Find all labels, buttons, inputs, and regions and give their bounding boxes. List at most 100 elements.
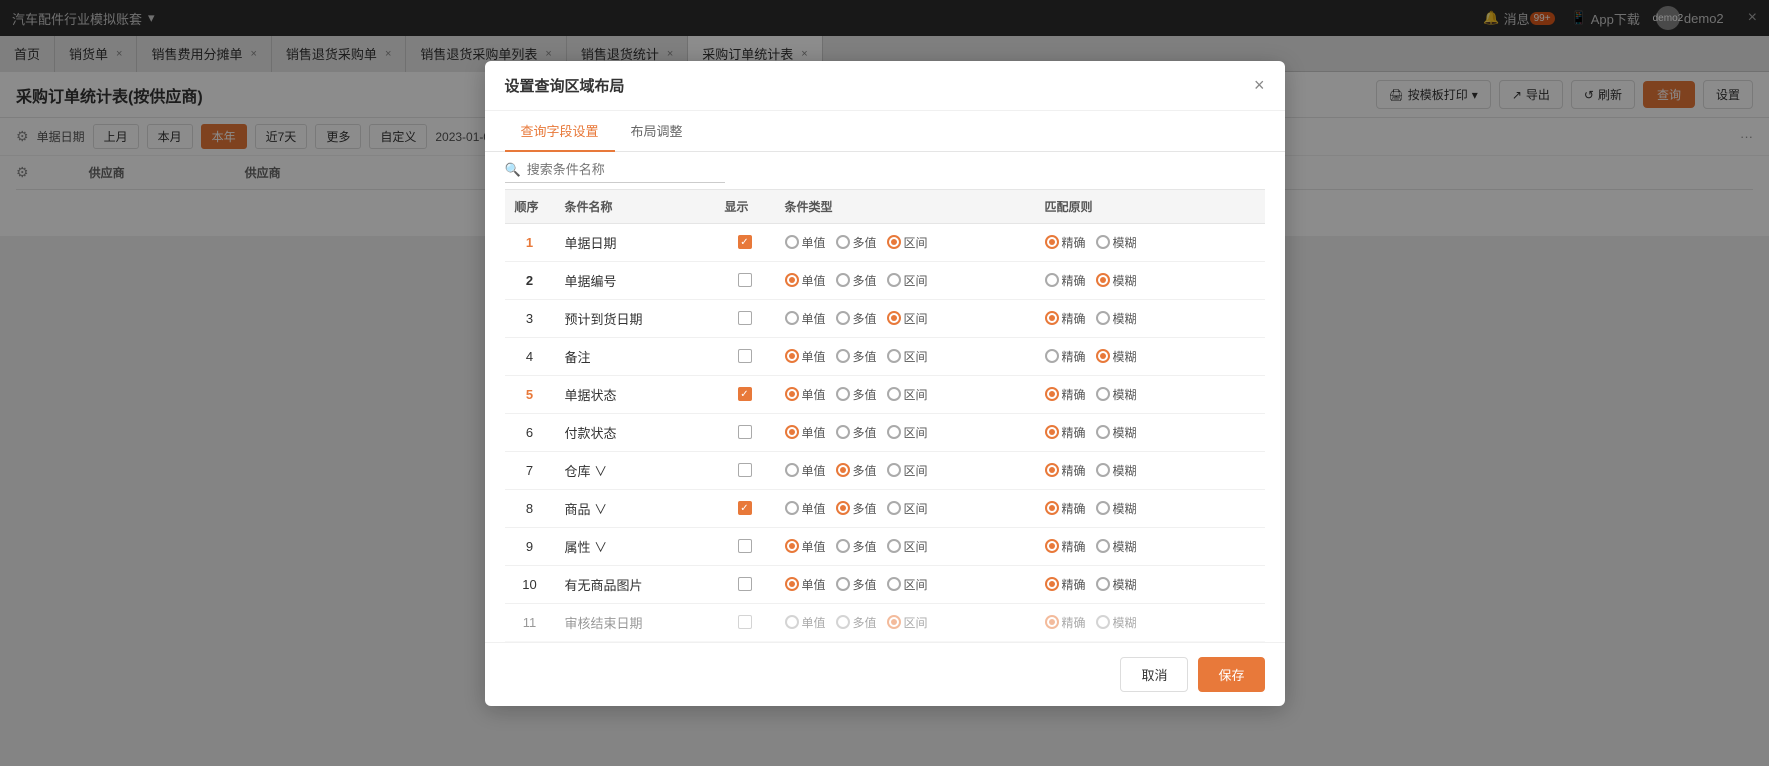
row-10-display-checkbox[interactable] <box>738 577 752 591</box>
row-2-match-exact[interactable]: 精确 <box>1045 272 1086 289</box>
row-10-type-single[interactable]: 单值 <box>785 576 826 593</box>
table-row: 3 预计到货日期 单值 多值 区间 精确 模糊 <box>505 300 1265 338</box>
row-8-name: 商品 ∨ <box>555 493 715 524</box>
row-5-type-multi[interactable]: 多值 <box>836 386 877 403</box>
row-3-type-range[interactable]: 区间 <box>887 310 928 327</box>
row-2-type: 单值 多值 区间 <box>775 266 1035 295</box>
row-8-type-single[interactable]: 单值 <box>785 500 826 517</box>
row-7-type: 单值 多值 区间 <box>775 456 1035 485</box>
row-7-name: 仓库 ∨ <box>555 455 715 486</box>
row-11-match-exact[interactable]: 精确 <box>1045 614 1086 631</box>
row-1-type: 单值 多值 区间 <box>775 228 1035 257</box>
row-8-type-multi[interactable]: 多值 <box>836 500 877 517</box>
row-3-type-multi[interactable]: 多值 <box>836 310 877 327</box>
modal-overlay: 设置查询区域布局 × 查询字段设置 布局调整 🔍 顺序 条件名称 <box>0 0 1769 766</box>
row-7-display[interactable] <box>715 457 775 483</box>
row-2-type-multi[interactable]: 多值 <box>836 272 877 289</box>
row-6-type-range[interactable]: 区间 <box>887 424 928 441</box>
row-11-display-checkbox[interactable] <box>738 615 752 629</box>
row-8-type-range[interactable]: 区间 <box>887 500 928 517</box>
row-10-type-range[interactable]: 区间 <box>887 576 928 593</box>
search-input[interactable] <box>527 162 707 177</box>
row-3-display-checkbox[interactable] <box>738 311 752 325</box>
row-8-match-exact[interactable]: 精确 <box>1045 500 1086 517</box>
row-11-type-single[interactable]: 单值 <box>785 614 826 631</box>
row-10-match-exact[interactable]: 精确 <box>1045 576 1086 593</box>
row-1-match-fuzzy[interactable]: 模糊 <box>1096 234 1137 251</box>
row-6-type-multi[interactable]: 多值 <box>836 424 877 441</box>
row-10-display[interactable] <box>715 571 775 597</box>
dialog-tab-query[interactable]: 查询字段设置 <box>505 111 615 152</box>
row-7-display-checkbox[interactable] <box>738 463 752 477</box>
row-6-type: 单值 多值 区间 <box>775 418 1035 447</box>
row-9-type-range[interactable]: 区间 <box>887 538 928 555</box>
dialog-close-button[interactable]: × <box>1254 76 1265 94</box>
row-4-display[interactable] <box>715 343 775 369</box>
row-8-match-fuzzy[interactable]: 模糊 <box>1096 500 1137 517</box>
row-1-type-single[interactable]: 单值 <box>785 234 826 251</box>
row-4-type-range[interactable]: 区间 <box>887 348 928 365</box>
row-2-type-single[interactable]: 单值 <box>785 272 826 289</box>
row-1-type-range[interactable]: 区间 <box>887 234 928 251</box>
row-1-type-multi[interactable]: 多值 <box>836 234 877 251</box>
row-8-display-checkbox[interactable]: ✓ <box>738 501 752 515</box>
row-6-display[interactable] <box>715 419 775 445</box>
row-7-type-multi[interactable]: 多值 <box>836 462 877 479</box>
row-10-type-multi[interactable]: 多值 <box>836 576 877 593</box>
row-8-display[interactable]: ✓ <box>715 495 775 521</box>
row-3-type-single[interactable]: 单值 <box>785 310 826 327</box>
row-1-display-checkbox[interactable]: ✓ <box>738 235 752 249</box>
row-5-display-checkbox[interactable]: ✓ <box>738 387 752 401</box>
row-4-match-exact[interactable]: 精确 <box>1045 348 1086 365</box>
row-11-type-multi[interactable]: 多值 <box>836 614 877 631</box>
row-11-type-range[interactable]: 区间 <box>887 614 928 631</box>
row-9-match-exact[interactable]: 精确 <box>1045 538 1086 555</box>
row-5-match-fuzzy[interactable]: 模糊 <box>1096 386 1137 403</box>
row-4-type: 单值 多值 区间 <box>775 342 1035 371</box>
cancel-button[interactable]: 取消 <box>1120 657 1188 692</box>
row-9-display[interactable] <box>715 533 775 559</box>
table-row: 1 单据日期 ✓ 单值 多值 区间 精确 模糊 <box>505 224 1265 262</box>
row-7-match-fuzzy[interactable]: 模糊 <box>1096 462 1137 479</box>
row-3-match-fuzzy[interactable]: 模糊 <box>1096 310 1137 327</box>
row-9-display-checkbox[interactable] <box>738 539 752 553</box>
row-7-type-single[interactable]: 单值 <box>785 462 826 479</box>
row-4-display-checkbox[interactable] <box>738 349 752 363</box>
row-5-type-range[interactable]: 区间 <box>887 386 928 403</box>
dialog-table: 顺序 条件名称 显示 条件类型 匹配原则 1 单据日期 ✓ 单值 多值 区间 <box>485 189 1285 642</box>
row-11-match-fuzzy[interactable]: 模糊 <box>1096 614 1137 631</box>
row-9-type-multi[interactable]: 多值 <box>836 538 877 555</box>
row-9-match-fuzzy[interactable]: 模糊 <box>1096 538 1137 555</box>
row-1-match: 精确 模糊 <box>1035 228 1285 257</box>
row-3-match-exact[interactable]: 精确 <box>1045 310 1086 327</box>
table-header-row: 顺序 条件名称 显示 条件类型 匹配原则 <box>505 189 1265 224</box>
row-6-match-exact[interactable]: 精确 <box>1045 424 1086 441</box>
dialog-tabs: 查询字段设置 布局调整 <box>485 111 1285 152</box>
row-4-match-fuzzy[interactable]: 模糊 <box>1096 348 1137 365</box>
row-1-display[interactable]: ✓ <box>715 229 775 255</box>
row-7-match-exact[interactable]: 精确 <box>1045 462 1086 479</box>
row-2-match-fuzzy[interactable]: 模糊 <box>1096 272 1137 289</box>
row-5-display[interactable]: ✓ <box>715 381 775 407</box>
row-2-order: 2 <box>505 267 555 294</box>
row-4-order: 4 <box>505 343 555 370</box>
row-5-match-exact[interactable]: 精确 <box>1045 386 1086 403</box>
row-9-type-single[interactable]: 单值 <box>785 538 826 555</box>
row-3-display[interactable] <box>715 305 775 331</box>
save-button[interactable]: 保存 <box>1198 657 1264 692</box>
row-6-type-single[interactable]: 单值 <box>785 424 826 441</box>
dialog-tab-layout[interactable]: 布局调整 <box>615 111 699 152</box>
row-4-type-single[interactable]: 单值 <box>785 348 826 365</box>
row-6-match-fuzzy[interactable]: 模糊 <box>1096 424 1137 441</box>
row-6-display-checkbox[interactable] <box>738 425 752 439</box>
row-11-type: 单值 多值 区间 <box>775 608 1035 637</box>
row-2-display[interactable] <box>715 267 775 293</box>
row-11-display[interactable] <box>715 609 775 635</box>
row-10-match-fuzzy[interactable]: 模糊 <box>1096 576 1137 593</box>
row-2-display-checkbox[interactable] <box>738 273 752 287</box>
row-2-type-range[interactable]: 区间 <box>887 272 928 289</box>
row-4-type-multi[interactable]: 多值 <box>836 348 877 365</box>
row-7-type-range[interactable]: 区间 <box>887 462 928 479</box>
row-1-match-exact[interactable]: 精确 <box>1045 234 1086 251</box>
row-5-type-single[interactable]: 单值 <box>785 386 826 403</box>
